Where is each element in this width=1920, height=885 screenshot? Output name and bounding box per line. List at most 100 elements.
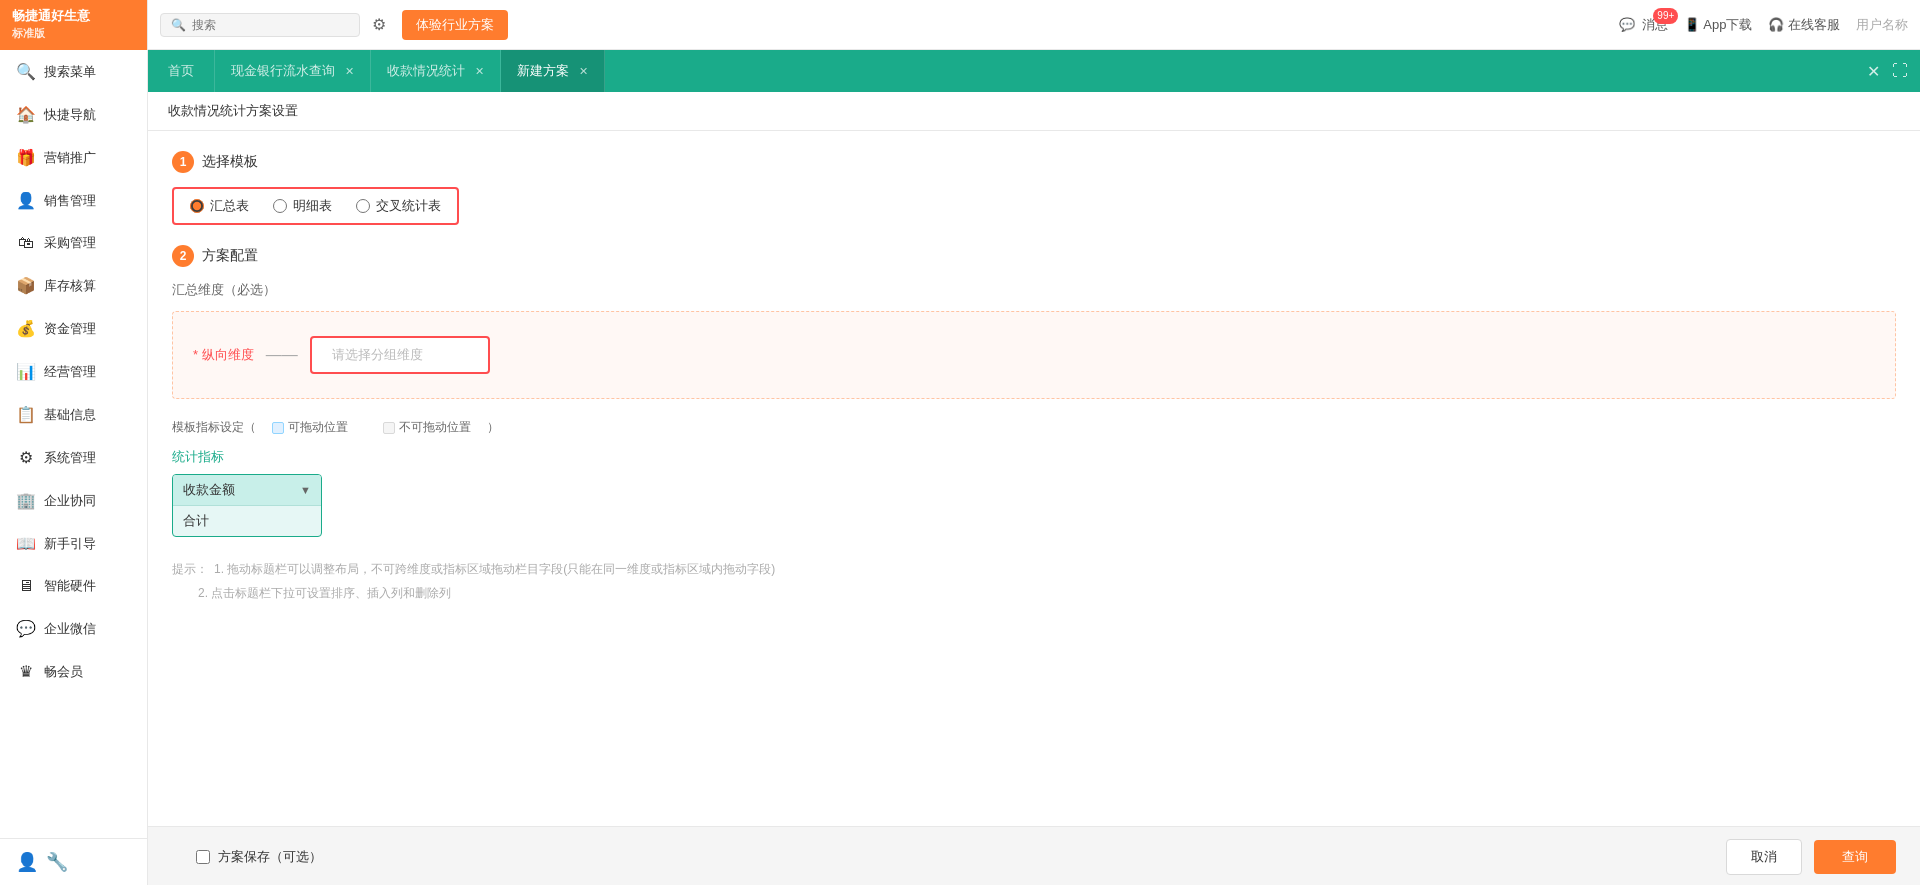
radio-detail-label: 明细表 (293, 197, 332, 215)
sidebar-item-quick-nav[interactable]: 🏠 快捷导航 (0, 93, 147, 136)
sidebar-item-enterprise[interactable]: 🏢 企业协同 (0, 479, 147, 522)
indicator-card-header[interactable]: 收款金额 ▼ (173, 475, 321, 505)
cancel-button[interactable]: 取消 (1726, 839, 1802, 875)
sidebar-item-label: 采购管理 (44, 234, 96, 252)
tab-bank-flow-close[interactable]: ✕ (345, 65, 354, 78)
indicators-label-text: 模板指标设定（ (172, 419, 256, 436)
tips-section: 提示： 1. 拖动标题栏可以调整布局，不可跨维度或指标区域拖动栏目字段(只能在同… (172, 557, 1896, 605)
page-title: 收款情况统计方案设置 (148, 92, 1920, 131)
sidebar-item-label: 营销推广 (44, 149, 96, 167)
indicators-section: 模板指标设定（ 可拖动位置 不可拖动位置 ） 统计指标 (172, 419, 1896, 537)
radio-detail-input[interactable] (273, 199, 287, 213)
card-body-label: 合计 (183, 513, 209, 528)
sidebar-item-member[interactable]: ♛ 畅会员 (0, 650, 147, 693)
indicator-card-body: 合计 (173, 505, 321, 536)
trial-button[interactable]: 体验行业方案 (402, 10, 508, 40)
vertical-dimension-row: * 纵向维度 —— 请选择分组维度 (193, 336, 1875, 374)
sidebar-item-guide[interactable]: 📖 新手引导 (0, 522, 147, 565)
dimension-config: 汇总维度（必选） * 纵向维度 —— 请选择分组维度 (172, 281, 1896, 399)
tip2-text: 2. 点击标题栏下拉可设置排序、插入列和删除列 (198, 581, 451, 605)
sidebar-item-system[interactable]: ⚙ 系统管理 (0, 436, 147, 479)
indicators-closing2: ） (487, 419, 499, 436)
radio-cross-input[interactable] (356, 199, 370, 213)
search-input[interactable] (192, 18, 332, 32)
sidebar-item-operations[interactable]: 📊 经营管理 (0, 350, 147, 393)
content-area: 收款情况统计方案设置 1 选择模板 汇总表 明细表 (148, 92, 1920, 885)
tab-bank-flow[interactable]: 现金银行流水查询 ✕ (215, 50, 371, 92)
tab-bank-flow-label: 现金银行流水查询 (231, 62, 335, 80)
radio-detail[interactable]: 明细表 (273, 197, 332, 215)
tab-new-plan[interactable]: 新建方案 ✕ (501, 50, 605, 92)
draggable-dot (272, 422, 284, 434)
form-area: 1 选择模板 汇总表 明细表 交叉统计表 (148, 131, 1920, 826)
sidebar-item-label: 畅会员 (44, 663, 83, 681)
sidebar-item-wechat[interactable]: 💬 企业微信 (0, 607, 147, 650)
tab-collection-stats[interactable]: 收款情况统计 ✕ (371, 50, 501, 92)
settings-icon[interactable]: ⚙ (372, 15, 386, 34)
chat-icon: 💬 (16, 619, 36, 638)
username-text: 用户名称 (1856, 16, 1908, 34)
online-support-link[interactable]: 🎧 在线客服 (1768, 16, 1840, 34)
stats-title: 统计指标 (172, 448, 1896, 466)
message-badge-container[interactable]: 💬 99+ 消息 (1619, 16, 1668, 34)
clipboard-icon: 📋 (16, 405, 36, 424)
sidebar-item-label: 智能硬件 (44, 577, 96, 595)
tip-prefix-1: 提示： (172, 557, 208, 581)
header-search-box[interactable]: 🔍 (160, 13, 360, 37)
tabbar: 首页 现金银行流水查询 ✕ 收款情况统计 ✕ 新建方案 ✕ ✕ ⛶ (148, 50, 1920, 92)
app-download-link[interactable]: 📱 App下载 (1684, 16, 1752, 34)
radio-summary-input[interactable] (190, 199, 204, 213)
save-row: 方案保存（可选） (172, 848, 1714, 866)
sidebar-item-label: 基础信息 (44, 406, 96, 424)
dimension-select[interactable]: 请选择分组维度 (310, 336, 490, 374)
sidebar-item-search-menu[interactable]: 🔍 搜索菜单 (0, 50, 147, 93)
radio-summary-label: 汇总表 (210, 197, 249, 215)
sidebar-item-label: 系统管理 (44, 449, 96, 467)
sidebar-item-smart-hw[interactable]: 🖥 智能硬件 (0, 565, 147, 607)
sidebar: 畅捷通好生意 标准版 🔍 搜索菜单 🏠 快捷导航 🎁 营销推广 👤 销售管理 🛍… (0, 0, 148, 885)
search-icon: 🔍 (16, 62, 36, 81)
step2-header: 2 方案配置 (172, 245, 1896, 267)
sidebar-item-label: 经营管理 (44, 363, 96, 381)
bag-icon: 🛍 (16, 234, 36, 252)
arrow-icon: —— (266, 346, 298, 364)
sidebar-item-finance[interactable]: 💰 资金管理 (0, 307, 147, 350)
draggable-tag: 可拖动位置 (272, 419, 348, 436)
sidebar-item-basic-info[interactable]: 📋 基础信息 (0, 393, 147, 436)
header-right: 💬 99+ 消息 📱 App下载 🎧 在线客服 用户名称 (1619, 16, 1908, 34)
query-button[interactable]: 查询 (1814, 840, 1896, 874)
fixed-label: 不可拖动位置 (399, 419, 471, 436)
tip1-text: 1. 拖动标题栏可以调整布局，不可跨维度或指标区域拖动栏目字段(只能在同一维度或… (214, 557, 775, 581)
money-icon: 💰 (16, 319, 36, 338)
sidebar-item-label: 资金管理 (44, 320, 96, 338)
tab-new-plan-label: 新建方案 (517, 62, 569, 80)
sidebar-item-inventory[interactable]: 📦 库存核算 (0, 264, 147, 307)
sidebar-item-sales[interactable]: 👤 销售管理 (0, 179, 147, 222)
sidebar-item-purchase[interactable]: 🛍 采购管理 (0, 222, 147, 264)
radio-cross[interactable]: 交叉统计表 (356, 197, 441, 215)
save-checkbox[interactable] (196, 850, 210, 864)
tab-collection-stats-close[interactable]: ✕ (475, 65, 484, 78)
tab-new-plan-close[interactable]: ✕ (579, 65, 588, 78)
sidebar-item-marketing[interactable]: 🎁 营销推广 (0, 136, 147, 179)
gift-icon: 🎁 (16, 148, 36, 167)
phone-icon: 📱 (1684, 17, 1700, 32)
home-icon: 🏠 (16, 105, 36, 124)
footer: 方案保存（可选） 取消 查询 (148, 826, 1920, 885)
main-area: 🔍 ⚙ 体验行业方案 💬 99+ 消息 📱 App下载 🎧 在线客服 用户名称 (148, 0, 1920, 885)
step1-number: 1 (172, 151, 194, 173)
tab-expand-icon[interactable]: ⛶ (1892, 62, 1908, 80)
indicator-card[interactable]: 收款金额 ▼ 合计 (172, 474, 322, 537)
step1-section: 1 选择模板 汇总表 明细表 交叉统计表 (172, 151, 1896, 225)
step1-header: 1 选择模板 (172, 151, 1896, 173)
sidebar-item-label: 搜索菜单 (44, 63, 96, 81)
card-header-label: 收款金额 (183, 481, 235, 499)
step2-section: 2 方案配置 汇总维度（必选） * 纵向维度 —— 请选择分组维度 (172, 245, 1896, 605)
crown-icon: ♛ (16, 662, 36, 681)
vertical-label: * 纵向维度 (193, 346, 254, 364)
tab-home[interactable]: 首页 (148, 50, 215, 92)
radio-cross-label: 交叉统计表 (376, 197, 441, 215)
radio-summary[interactable]: 汇总表 (190, 197, 249, 215)
fixed-dot (383, 422, 395, 434)
tab-close-icon[interactable]: ✕ (1867, 62, 1880, 81)
